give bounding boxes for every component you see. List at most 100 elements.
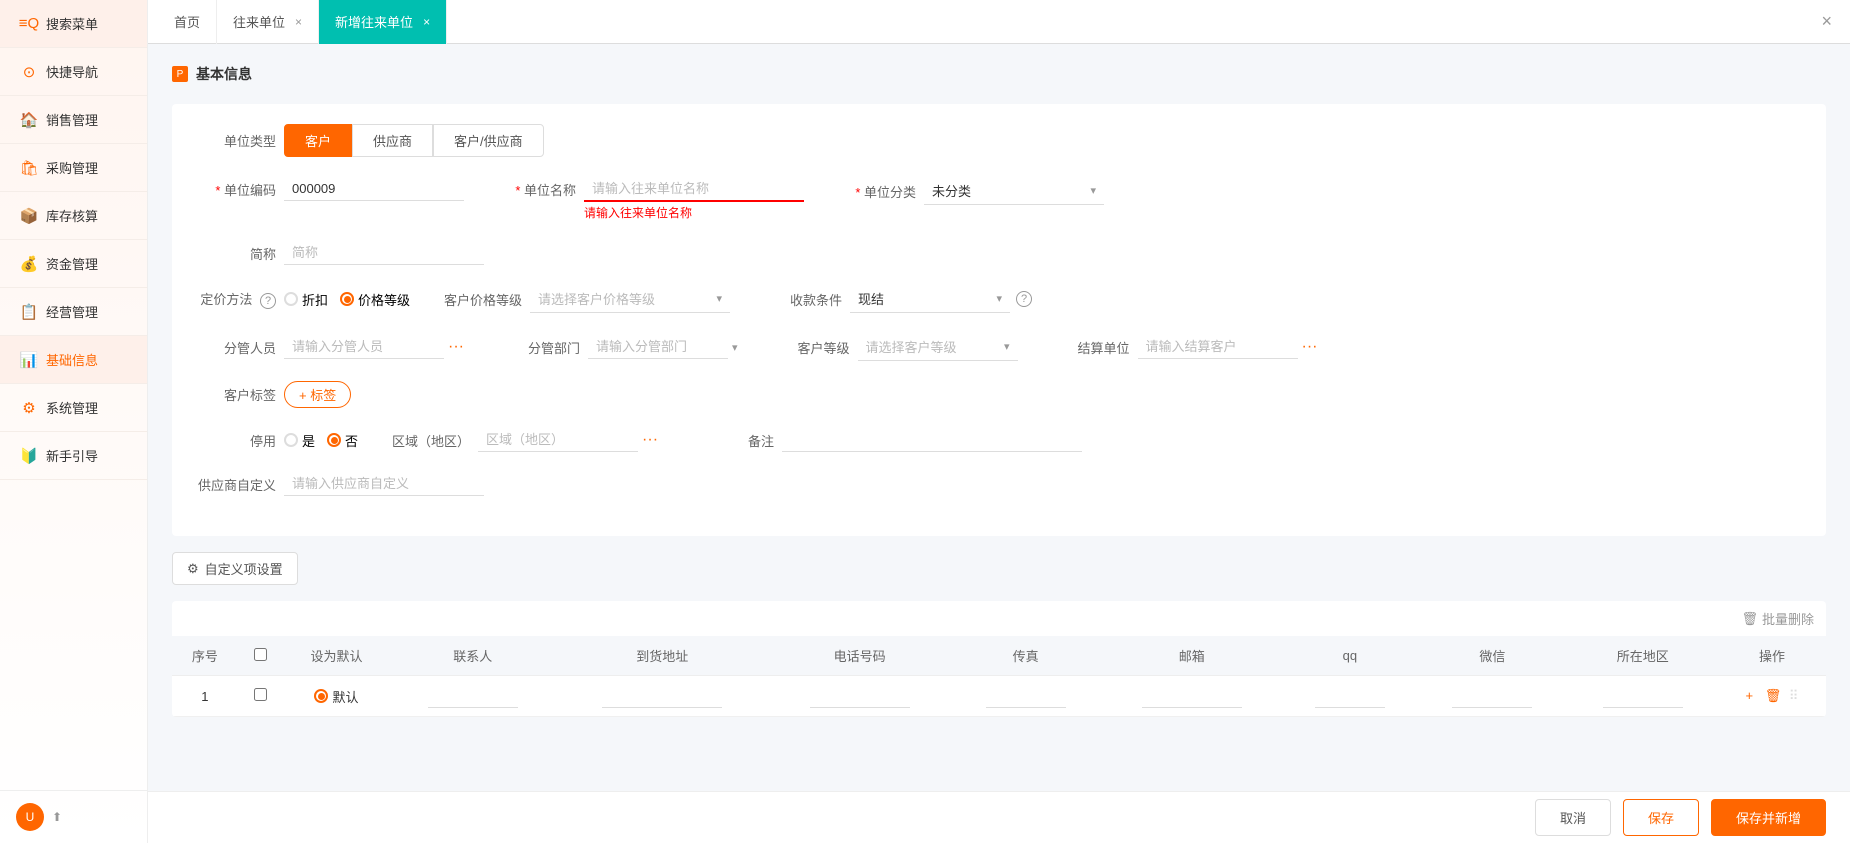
col-action: 操作 bbox=[1718, 636, 1826, 676]
cancel-button[interactable]: 取消 bbox=[1535, 799, 1611, 836]
sidebar-item-guide[interactable]: 🔰 新手引导 bbox=[0, 432, 147, 480]
abbrev-input[interactable] bbox=[284, 241, 484, 265]
content-area: P 基本信息 单位类型 客户 供应商 客户/供应商 单位编码 bbox=[148, 44, 1850, 843]
row-default-radio[interactable] bbox=[314, 689, 328, 703]
sidebar-item-inventory[interactable]: 📦 库存核算 bbox=[0, 192, 147, 240]
sidebar-item-sales[interactable]: 🏠 销售管理 bbox=[0, 96, 147, 144]
settlement-field: 结算单位 ··· bbox=[1050, 335, 1322, 359]
unit-code-input[interactable] bbox=[284, 177, 464, 201]
supervisor-input[interactable] bbox=[284, 335, 444, 359]
tag-add-label: + 标签 bbox=[299, 385, 336, 404]
customer-level-placeholder: 请选择客户等级 bbox=[866, 337, 1000, 356]
table-header-row: 序号 设为默认 联系人 到货地址 电话号码 传真 邮箱 qq 微信 所在地区 操… bbox=[172, 636, 1826, 676]
payment-help-icon[interactable]: ? bbox=[1016, 291, 1032, 307]
pricing-method-label: 定价方法 ? bbox=[196, 289, 276, 309]
sidebar-item-label: 基础信息 bbox=[46, 350, 98, 369]
delete-row-btn[interactable]: 🗑 bbox=[1765, 688, 1782, 703]
batch-delete-label: 批量删除 bbox=[1762, 609, 1814, 628]
unit-name-input[interactable] bbox=[584, 177, 804, 202]
select-all-checkbox[interactable] bbox=[254, 648, 267, 661]
sidebar-item-quicknav[interactable]: ⊙ 快捷导航 bbox=[0, 48, 147, 96]
no-label: 否 bbox=[345, 431, 358, 450]
sales-icon: 🏠 bbox=[20, 111, 38, 129]
sidebar-item-search[interactable]: ≡Q 搜索菜单 bbox=[0, 0, 147, 48]
customer-level-label: 客户等级 bbox=[770, 338, 850, 357]
system-icon: ⚙ bbox=[20, 399, 38, 417]
remark-input[interactable] bbox=[782, 428, 1082, 452]
disabled-yes[interactable]: 是 bbox=[284, 431, 315, 450]
dept-input[interactable] bbox=[588, 335, 728, 359]
col-address: 到货地址 bbox=[556, 636, 769, 676]
region-label: 区域（地区） bbox=[390, 431, 470, 450]
save-button[interactable]: 保存 bbox=[1623, 799, 1699, 836]
sidebar-item-purchase[interactable]: 🛍 采购管理 bbox=[0, 144, 147, 192]
pricing-option-level[interactable]: 价格等级 bbox=[340, 290, 410, 309]
customer-price-level-placeholder: 请选择客户价格等级 bbox=[538, 289, 712, 308]
qq-input[interactable] bbox=[1315, 684, 1385, 708]
wechat-input[interactable] bbox=[1452, 684, 1532, 708]
custom-settings-btn[interactable]: ⚙ 自定义项设置 bbox=[172, 552, 298, 585]
tab-contacts-close[interactable]: × bbox=[295, 15, 302, 29]
sidebar-item-label: 系统管理 bbox=[46, 398, 98, 417]
dept-field: 分管部门 ▾ bbox=[500, 335, 738, 359]
cell-email bbox=[1101, 676, 1283, 717]
tab-new-contact-close[interactable]: × bbox=[423, 15, 430, 29]
type-btn-both[interactable]: 客户/供应商 bbox=[433, 124, 544, 157]
payment-terms-select[interactable]: 现结 ▾ bbox=[850, 285, 1010, 313]
sidebar-item-system[interactable]: ⚙ 系统管理 bbox=[0, 384, 147, 432]
unit-category-field: 单位分类 未分类 ▾ bbox=[836, 177, 1104, 205]
window-close-btn[interactable]: × bbox=[1813, 11, 1840, 32]
section-icon: P bbox=[172, 66, 188, 82]
pricing-option-discount[interactable]: 折扣 bbox=[284, 290, 328, 309]
sidebar-item-basics[interactable]: 📊 基础信息 bbox=[0, 336, 147, 384]
phone-input[interactable] bbox=[810, 684, 910, 708]
fax-input[interactable] bbox=[986, 684, 1066, 708]
disabled-no[interactable]: 否 bbox=[327, 431, 358, 450]
customer-price-level-label: 客户价格等级 bbox=[442, 290, 522, 309]
cell-checkbox bbox=[238, 676, 283, 717]
email-input[interactable] bbox=[1142, 684, 1242, 708]
home-icon: ⊙ bbox=[20, 63, 38, 81]
add-row-btn[interactable]: + bbox=[1746, 688, 1754, 703]
contact-input[interactable] bbox=[428, 684, 518, 708]
type-btn-supplier[interactable]: 供应商 bbox=[352, 124, 433, 157]
save-and-new-button[interactable]: 保存并新增 bbox=[1711, 799, 1826, 836]
unit-category-select[interactable]: 未分类 ▾ bbox=[924, 177, 1104, 205]
settlement-more-btn[interactable]: ··· bbox=[1298, 338, 1322, 356]
tab-contacts-label: 往来单位 bbox=[233, 12, 285, 31]
default-label: 默认 bbox=[332, 687, 358, 706]
dept-label: 分管部门 bbox=[500, 338, 580, 357]
tab-home[interactable]: 首页 bbox=[158, 0, 217, 44]
row-checkbox[interactable] bbox=[254, 688, 267, 701]
type-btn-customer[interactable]: 客户 bbox=[284, 124, 352, 157]
sidebar-item-operations[interactable]: 📋 经营管理 bbox=[0, 288, 147, 336]
region-table-input[interactable] bbox=[1603, 684, 1683, 708]
tab-new-contact[interactable]: 新增往来单位 × bbox=[319, 0, 447, 44]
drag-handle[interactable]: ⠿ bbox=[1789, 688, 1799, 703]
batch-delete-btn[interactable]: 🗑 批量删除 bbox=[1741, 609, 1814, 628]
sidebar-item-label: 销售管理 bbox=[46, 110, 98, 129]
bottom-bar: 取消 保存 保存并新增 bbox=[148, 791, 1850, 843]
sidebar-item-finance[interactable]: 💰 资金管理 bbox=[0, 240, 147, 288]
form-area: 单位类型 客户 供应商 客户/供应商 单位编码 单位名称 bbox=[172, 104, 1826, 536]
avatar: U bbox=[16, 803, 44, 831]
sidebar: ≡Q 搜索菜单 ⊙ 快捷导航 🏠 销售管理 🛍 采购管理 📦 库存核算 💰 资金… bbox=[0, 0, 148, 843]
cell-default: 默认 bbox=[283, 676, 390, 717]
supplier-custom-label: 供应商自定义 bbox=[196, 475, 276, 494]
col-checkbox bbox=[238, 636, 283, 676]
region-more-btn[interactable]: ··· bbox=[638, 431, 662, 449]
pricing-help-icon[interactable]: ? bbox=[260, 293, 276, 309]
supervisor-more-btn[interactable]: ··· bbox=[444, 338, 468, 356]
supplier-custom-input[interactable] bbox=[284, 472, 484, 496]
settlement-input[interactable] bbox=[1138, 335, 1298, 359]
section-header: P 基本信息 bbox=[172, 64, 1826, 84]
payment-terms-field: 收款条件 现结 ▾ ? bbox=[762, 285, 1032, 313]
customer-level-select[interactable]: 请选择客户等级 ▾ bbox=[858, 333, 1018, 361]
cell-action: + 🗑 ⠿ bbox=[1718, 676, 1826, 717]
region-input[interactable] bbox=[478, 428, 638, 452]
address-input[interactable] bbox=[602, 684, 722, 708]
tab-contacts[interactable]: 往来单位 × bbox=[217, 0, 319, 44]
customer-price-level-select[interactable]: 请选择客户价格等级 ▾ bbox=[530, 285, 730, 313]
tag-add-btn[interactable]: + 标签 bbox=[284, 381, 351, 408]
remark-label: 备注 bbox=[694, 431, 774, 450]
